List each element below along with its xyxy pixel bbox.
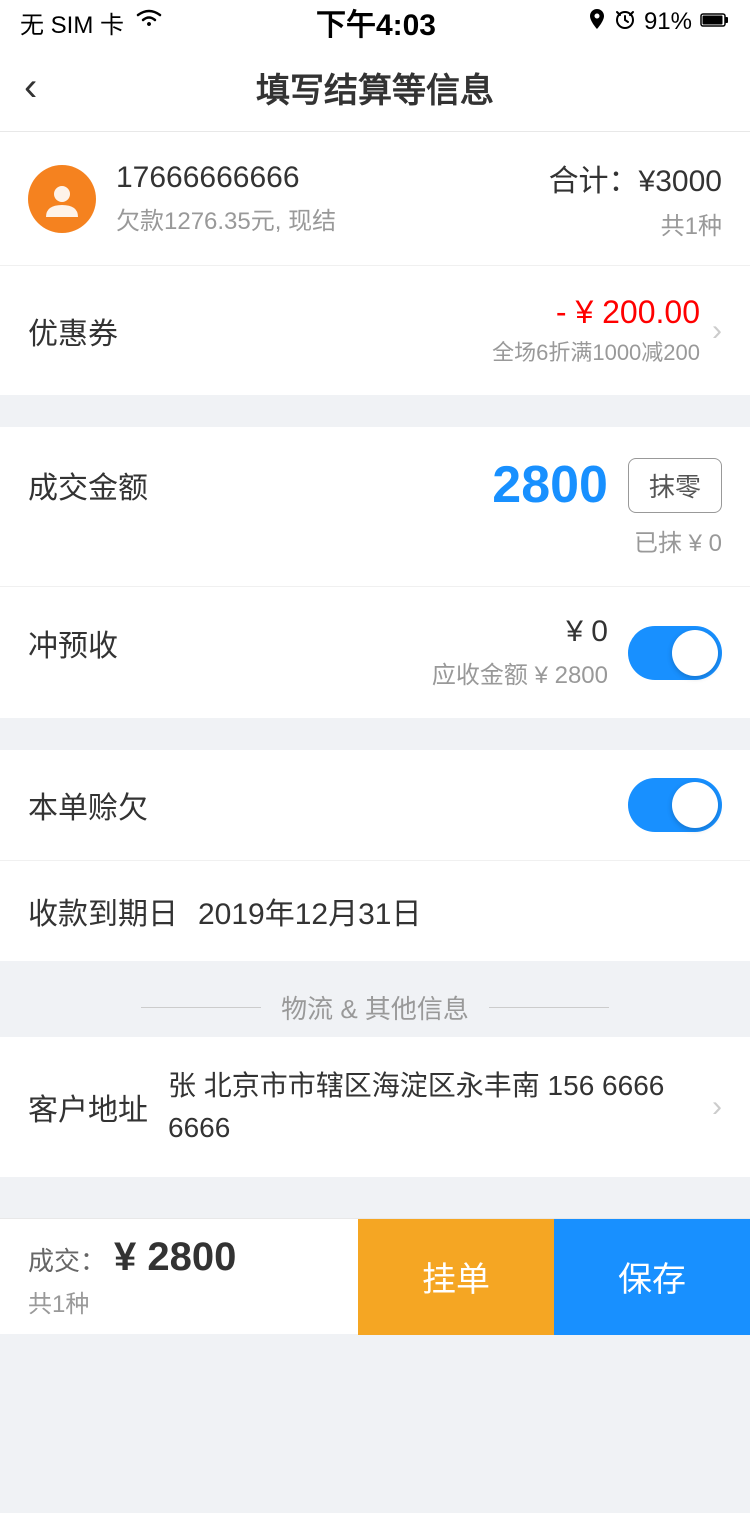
precollect-row: 冲预收 ¥ 0 应收金额 ¥ 2800 — [28, 615, 722, 690]
precollect-sub: 应收金额 ¥ 2800 — [432, 655, 608, 690]
section-divider-1 — [0, 411, 750, 427]
precollect-label: 冲预收 — [28, 615, 118, 665]
round-button[interactable]: 抹零 — [628, 458, 722, 513]
logistics-text: 物流 & 其他信息 — [281, 989, 469, 1026]
duedate-label: 收款到期日 — [28, 889, 178, 933]
logistics-line-left — [141, 1007, 261, 1008]
coupon-label: 优惠券 — [28, 309, 118, 353]
amount-right: 2800 抹零 — [492, 455, 722, 515]
bottom-deal-row: 成交： ¥ 2800 — [28, 1235, 330, 1280]
chevron-right-icon: › — [712, 314, 722, 348]
logistics-divider: 物流 & 其他信息 — [0, 977, 750, 1037]
back-button[interactable]: ‹ — [24, 65, 37, 110]
bottom-deal-label: 成交： — [28, 1241, 106, 1278]
amount-section: 成交金额 2800 抹零 已抹 ¥ 0 — [0, 427, 750, 586]
amount-value: 2800 — [492, 455, 608, 515]
customer-row: 17666666666 欠款1276.35元, 现结 合计：¥3000 共1种 — [0, 132, 750, 266]
status-left: 无 SIM 卡 — [20, 5, 164, 40]
address-section[interactable]: 客户地址 张 北京市市辖区海淀区永丰南 156 6666 6666 › — [0, 1037, 750, 1177]
bottom-bar: 成交： ¥ 2800 共1种 挂单 保存 — [0, 1218, 750, 1334]
amount-label: 成交金额 — [28, 463, 148, 507]
coupon-right: - ¥ 200.00 全场6折满1000减200 › — [492, 294, 722, 367]
bottom-deal-amount: ¥ 2800 — [114, 1235, 236, 1280]
section-divider-2 — [0, 734, 750, 750]
address-chevron-icon: › — [712, 1090, 722, 1124]
customer-right: 合计：¥3000 共1种 — [549, 156, 722, 241]
save-button[interactable]: 保存 — [554, 1219, 750, 1335]
credit-label: 本单赊欠 — [28, 783, 148, 827]
customer-phone: 17666666666 — [116, 161, 336, 195]
status-right: 91% — [588, 8, 730, 37]
credit-section: 本单赊欠 — [0, 750, 750, 860]
battery-icon — [700, 8, 730, 36]
precollect-right: ¥ 0 应收金额 ¥ 2800 — [432, 615, 722, 690]
customer-debt: 欠款1276.35元, 现结 — [116, 201, 336, 236]
nav-bar: ‹ 填写结算等信息 — [0, 44, 750, 132]
total-amount: 合计：¥3000 — [549, 156, 722, 200]
battery-percent: 91% — [644, 8, 692, 36]
duedate-section: 收款到期日 2019年12月31日 — [0, 861, 750, 961]
address-label: 客户地址 — [28, 1085, 148, 1129]
bottom-total: 成交： ¥ 2800 共1种 — [0, 1235, 358, 1319]
page-title: 填写结算等信息 — [256, 63, 494, 112]
coupon-desc: 全场6折满1000减200 — [492, 335, 700, 367]
sim-label: 无 SIM 卡 — [20, 5, 124, 40]
address-value: 张 北京市市辖区海淀区永丰南 156 6666 6666 — [168, 1065, 712, 1149]
customer-left: 17666666666 欠款1276.35元, 现结 — [28, 161, 336, 236]
credit-card: 本单赊欠 收款到期日 2019年12月31日 — [0, 750, 750, 961]
duedate-value: 2019年12月31日 — [198, 889, 421, 933]
coupon-value: - ¥ 200.00 — [492, 294, 700, 331]
coupon-right-block: - ¥ 200.00 全场6折满1000减200 — [492, 294, 700, 367]
status-time: 下午4:03 — [316, 0, 436, 44]
status-bar: 无 SIM 卡 下午4:03 91% — [0, 0, 750, 44]
total-count: 共1种 — [549, 206, 722, 241]
location-icon — [588, 8, 606, 37]
amount-row: 成交金额 2800 抹零 — [28, 455, 722, 515]
customer-info: 17666666666 欠款1276.35元, 现结 — [116, 161, 336, 236]
precollect-section: 冲预收 ¥ 0 应收金额 ¥ 2800 — [0, 586, 750, 718]
precollect-amount: ¥ 0 — [432, 615, 608, 649]
customer-card: 17666666666 欠款1276.35元, 现结 合计：¥3000 共1种 … — [0, 132, 750, 395]
wifi-icon — [134, 8, 164, 37]
coupon-row[interactable]: 优惠券 - ¥ 200.00 全场6折满1000减200 › — [0, 266, 750, 395]
logistics-inner: 物流 & 其他信息 — [141, 989, 609, 1026]
avatar — [28, 165, 96, 233]
address-card: 客户地址 张 北京市市辖区海淀区永丰南 156 6666 6666 › — [0, 1037, 750, 1177]
bottom-count: 共1种 — [28, 1284, 330, 1319]
alarm-icon — [614, 8, 636, 37]
hang-button[interactable]: 挂单 — [358, 1219, 554, 1335]
amount-sub: 已抹 ¥ 0 — [28, 523, 722, 558]
logistics-line-right — [489, 1007, 609, 1008]
deal-amount-card: 成交金额 2800 抹零 已抹 ¥ 0 冲预收 ¥ 0 应收金额 ¥ 2800 — [0, 427, 750, 718]
credit-toggle[interactable] — [628, 778, 722, 832]
precollect-values: ¥ 0 应收金额 ¥ 2800 — [432, 615, 608, 690]
precollect-toggle[interactable] — [628, 626, 722, 680]
